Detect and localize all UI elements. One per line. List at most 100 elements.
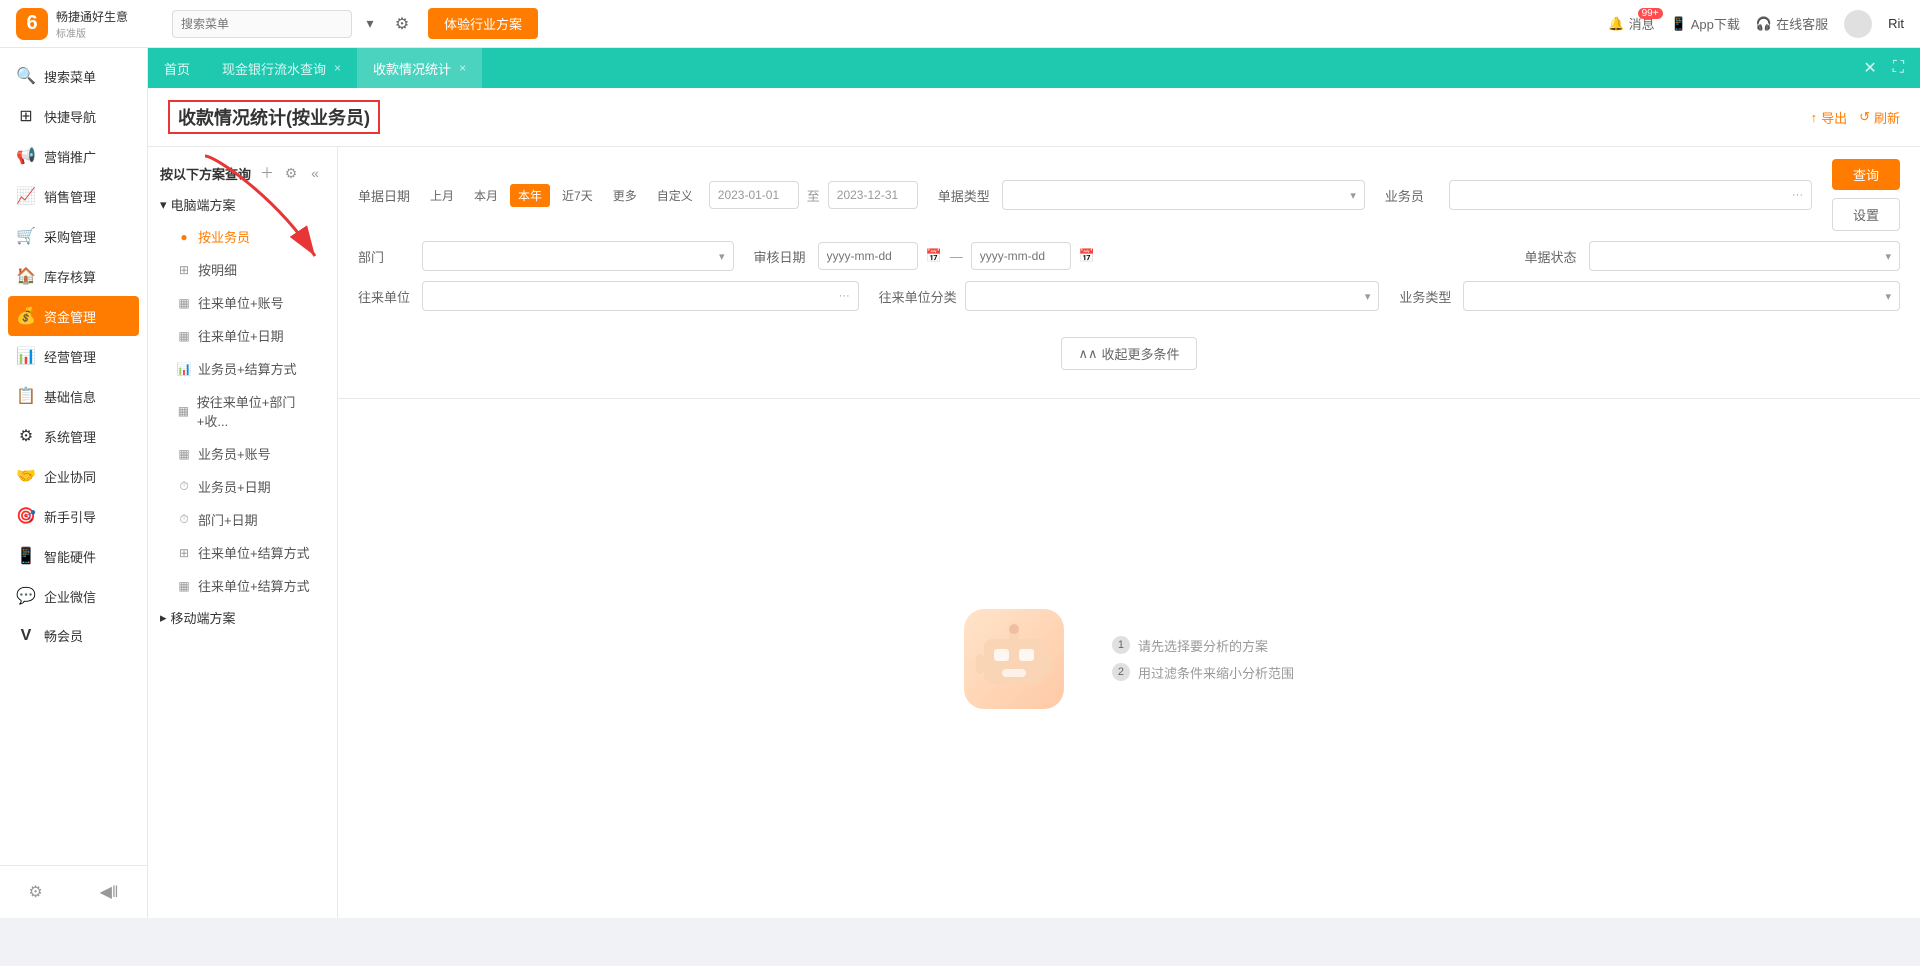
date-btn-more[interactable]: 更多 — [605, 184, 645, 207]
sidebar-item-basics[interactable]: 📋 基础信息 — [0, 376, 147, 416]
user-avatar[interactable] — [1844, 10, 1872, 38]
scheme-item-label-partner-payment1: 往来单位+结算方式 — [198, 543, 310, 562]
header-gear-btn[interactable]: ⚙ — [388, 10, 416, 38]
review-date-label: 审核日期 — [754, 247, 810, 266]
enterprise-icon: 🤝 — [16, 466, 36, 486]
table-icon-3: ▦ — [176, 403, 191, 419]
sidebar-item-inventory[interactable]: 🏠 库存核算 — [0, 256, 147, 296]
query-button[interactable]: 查询 — [1832, 159, 1900, 190]
scheme-section-mobile[interactable]: ▸ 移动端方案 — [148, 602, 337, 633]
collapse-label: 收起更多条件 — [1102, 344, 1180, 363]
scheme-item-partner-payment1[interactable]: ⊞ 往来单位+结算方式 — [148, 536, 337, 569]
sidebar-item-search[interactable]: 🔍 搜索菜单 — [0, 56, 147, 96]
grid-icon-2: ⊞ — [176, 545, 192, 561]
form-group-date: 单据日期 上月 本月 本年 近7天 更多 自定义 — [358, 181, 918, 209]
doctype-select[interactable]: ▾ — [1002, 180, 1365, 210]
date-label: 单据日期 — [358, 186, 414, 205]
scheme-settings-btn[interactable]: ⚙ — [281, 163, 301, 183]
tab-bank-flow[interactable]: 现金银行流水查询 × — [206, 48, 357, 88]
sidebar-item-operations[interactable]: 📊 经营管理 — [0, 336, 147, 376]
scheme-item-partner-account[interactable]: ▦ 往来单位+账号 — [148, 286, 337, 319]
messages-area[interactable]: 🔔 消息 99+ — [1608, 14, 1654, 33]
clock-icon-2: ⏱ — [176, 512, 192, 528]
doc-status-select[interactable]: ▾ — [1589, 241, 1901, 271]
date-btn-curr-month[interactable]: 本月 — [466, 184, 506, 207]
scheme-item-partner-date[interactable]: ▦ 往来单位+日期 — [148, 319, 337, 352]
section-arrow-right: ▸ — [160, 610, 167, 626]
guide-icon: 🎯 — [16, 506, 36, 526]
sidebar-item-wechat[interactable]: 💬 企业微信 — [0, 576, 147, 616]
date-btn-7days[interactable]: 近7天 — [554, 184, 601, 207]
tab-home[interactable]: 首页 — [148, 48, 206, 88]
scheme-item-partner-dept[interactable]: ▦ 按往来单位+部门+收... — [148, 385, 337, 437]
tab-bank-flow-label: 现金银行流水查询 — [222, 59, 326, 78]
sidebar-item-marketing[interactable]: 📢 营销推广 — [0, 136, 147, 176]
settings-button[interactable]: 设置 — [1832, 198, 1900, 231]
tab-bank-flow-close[interactable]: × — [334, 61, 341, 75]
online-service[interactable]: 🎧 在线客服 — [1756, 14, 1828, 33]
date-btn-custom[interactable]: 自定义 — [649, 184, 701, 207]
window-close-btn[interactable]: ✕ — [1859, 54, 1880, 82]
sidebar-item-purchase[interactable]: 🛒 采购管理 — [0, 216, 147, 256]
scheme-item-partner-payment2[interactable]: ▦ 往来单位+结算方式 — [148, 569, 337, 602]
salesperson-select[interactable]: ··· — [1449, 180, 1812, 210]
dept-select[interactable]: ▾ — [422, 241, 734, 271]
scheme-section-desktop[interactable]: ▾ 电脑端方案 — [148, 189, 337, 220]
date-btn-prev-month[interactable]: 上月 — [422, 184, 462, 207]
inventory-icon: 🏠 — [16, 266, 36, 286]
refresh-button[interactable]: ↺ 刷新 — [1859, 108, 1900, 127]
partner-select[interactable]: ··· — [422, 281, 859, 311]
sidebar-item-system[interactable]: ⚙ 系统管理 — [0, 416, 147, 456]
scheme-item-label-salesperson-account: 业务员+账号 — [198, 444, 271, 463]
scheme-item-dept-date[interactable]: ⏱ 部门+日期 — [148, 503, 337, 536]
scheme-item-by-salesperson[interactable]: ● 按业务员 — [148, 220, 337, 253]
business-type-select[interactable]: ▾ — [1463, 281, 1900, 311]
collapse-button[interactable]: ∧∧ 收起更多条件 — [1061, 337, 1196, 370]
header-search-input[interactable] — [172, 10, 352, 38]
content-body: 按以下方案查询 ＋ ⚙ « ▾ 电脑端方案 ● 按业务 — [148, 147, 1920, 918]
sidebar-settings-btn[interactable]: ⚙ — [20, 874, 50, 910]
section-mobile-label: 移动端方案 — [171, 608, 236, 627]
review-date-from[interactable] — [818, 242, 918, 270]
business-type-label: 业务类型 — [1399, 287, 1455, 306]
window-maximize-btn[interactable]: ⛶ — [1889, 55, 1908, 81]
scheme-collapse-btn[interactable]: « — [305, 163, 325, 183]
sidebar-item-finance[interactable]: 💰 资金管理 — [8, 296, 139, 336]
trial-button[interactable]: 体验行业方案 — [428, 8, 538, 39]
header-dropdown-btn[interactable]: ▾ — [356, 10, 384, 38]
sidebar-item-quicknav[interactable]: ⊞ 快捷导航 — [0, 96, 147, 136]
system-icon: ⚙ — [16, 426, 36, 446]
sidebar-item-sales[interactable]: 📈 销售管理 — [0, 176, 147, 216]
export-button[interactable]: ↑ 导出 — [1811, 108, 1848, 127]
sidebar-item-vip[interactable]: V 畅会员 — [0, 616, 147, 655]
sidebar-item-guide[interactable]: 🎯 新手引导 — [0, 496, 147, 536]
sidebar-label-quicknav: 快捷导航 — [44, 107, 96, 126]
tab-receipt-stats[interactable]: 收款情况统计 × — [357, 48, 482, 88]
review-date-to[interactable] — [971, 242, 1071, 270]
sidebar-collapse-btn[interactable]: ◀‖ — [92, 874, 127, 910]
review-date-icon-to: 📅 — [1079, 248, 1095, 264]
date-from-input[interactable] — [709, 181, 799, 209]
scheme-item-salesperson-payment[interactable]: 📊 业务员+结算方式 — [148, 352, 337, 385]
sidebar-item-enterprise[interactable]: 🤝 企业协同 — [0, 456, 147, 496]
tip-text-1: 请先选择要分析的方案 — [1138, 636, 1268, 655]
app-download[interactable]: 📱 App下载 — [1671, 14, 1740, 33]
filter-row-1: 单据日期 上月 本月 本年 近7天 更多 自定义 — [358, 159, 1900, 231]
salesperson-more[interactable]: ··· — [1792, 189, 1803, 201]
form-group-partner-type: 往来单位分类 ▾ — [879, 281, 1380, 311]
form-group-salesperson: 业务员 ··· — [1385, 180, 1812, 210]
top-header: 6 畅捷通好生意 标准版 ▾ ⚙ 体验行业方案 🔔 消息 99+ 📱 App下载 — [0, 0, 1920, 48]
scheme-item-salesperson-date[interactable]: ⏱ 业务员+日期 — [148, 470, 337, 503]
partner-more-btn[interactable]: ··· — [839, 290, 850, 302]
review-date-icon-from: 📅 — [926, 248, 942, 264]
sidebar-item-hardware[interactable]: 📱 智能硬件 — [0, 536, 147, 576]
date-btn-curr-year[interactable]: 本年 — [510, 184, 550, 207]
page-header: 收款情况统计(按业务员) ↑ 导出 ↺ 刷新 — [148, 88, 1920, 147]
sidebar-label-enterprise: 企业协同 — [44, 467, 96, 486]
date-to-input[interactable] — [828, 181, 918, 209]
scheme-item-salesperson-account[interactable]: ▦ 业务员+账号 — [148, 437, 337, 470]
scheme-item-detail[interactable]: ⊞ 按明细 — [148, 253, 337, 286]
scheme-add-btn[interactable]: ＋ — [257, 163, 277, 183]
tab-receipt-stats-close[interactable]: × — [459, 61, 466, 75]
partner-type-select[interactable]: ▾ — [965, 281, 1380, 311]
